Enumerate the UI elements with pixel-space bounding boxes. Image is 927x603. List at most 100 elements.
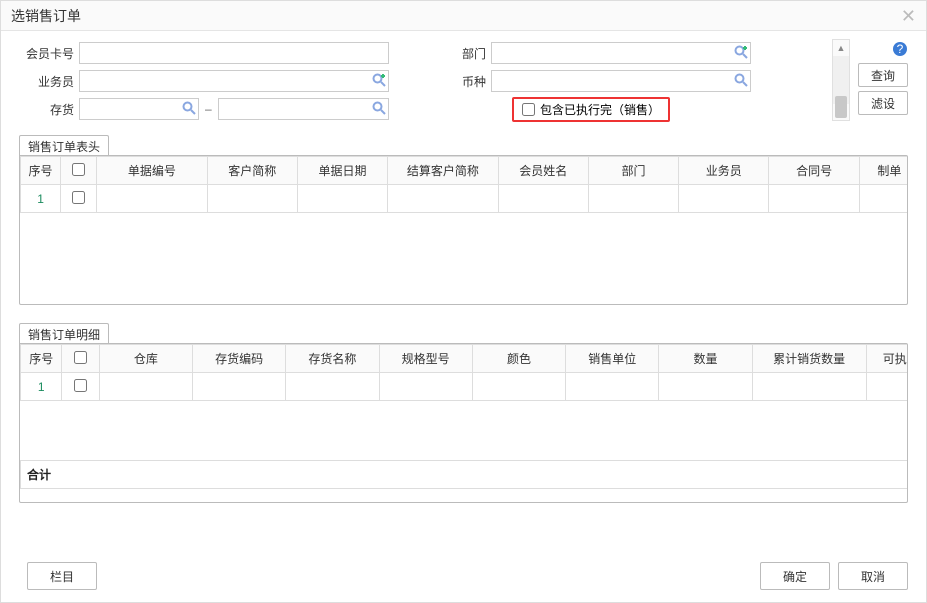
cell-salesperson[interactable] <box>679 185 769 213</box>
scroll-track[interactable] <box>833 56 849 104</box>
cell-member-name[interactable] <box>498 185 588 213</box>
detail-section-title: 销售订单明细 <box>19 323 109 344</box>
include-completed-label: 包含已执行完（销售） <box>540 101 660 118</box>
include-completed-checkbox[interactable] <box>522 103 535 116</box>
inventory-to-input[interactable] <box>218 98 389 120</box>
include-completed-checkbox-wrap[interactable]: 包含已执行完（销售） <box>512 97 670 122</box>
header-section-title: 销售订单表头 <box>19 135 109 156</box>
help-icon[interactable]: ? <box>892 41 908 57</box>
member-card-input[interactable] <box>79 42 389 64</box>
filter-panel: 会员卡号 部门 业务员 <box>1 31 926 137</box>
advanced-filter-button[interactable]: 滤设 <box>858 91 908 115</box>
detail-section: 销售订单明细 序号 仓库 存货编码 存货名称 规格型号 颜色 销售单位 数量 累… <box>1 325 926 503</box>
scroll-up-icon[interactable]: ▲ <box>833 40 849 56</box>
col-settle-cust-abbr[interactable]: 结算客户简称 <box>388 157 498 185</box>
dept-lookup[interactable] <box>491 42 751 64</box>
col-checkbox <box>62 345 99 373</box>
cell-warehouse[interactable] <box>99 373 192 401</box>
col-warehouse[interactable]: 仓库 <box>99 345 192 373</box>
cell-exec-qty[interactable] <box>866 373 907 401</box>
col-checkbox <box>61 157 97 185</box>
col-cust-abbr[interactable]: 客户简称 <box>207 157 297 185</box>
col-exec-qty[interactable]: 可执行数量 <box>866 345 907 373</box>
scroll-thumb[interactable] <box>835 96 847 118</box>
cell-seq: 1 <box>21 373 62 401</box>
totals-label: 合计 <box>21 461 908 489</box>
detail-select-all-checkbox[interactable] <box>74 351 87 364</box>
cell-spec[interactable] <box>379 373 472 401</box>
col-seq: 序号 <box>21 345 62 373</box>
col-contract-no[interactable]: 合同号 <box>769 157 859 185</box>
col-creator[interactable]: 制单 <box>859 157 907 185</box>
col-cum-shipped[interactable]: 累计销货数量 <box>752 345 866 373</box>
header-table-scroll[interactable]: 序号 单据编号 客户简称 单据日期 结算客户简称 会员姓名 部门 业务员 合同号… <box>20 156 907 305</box>
titlebar: 选销售订单 ✕ <box>1 1 926 31</box>
col-qty[interactable]: 数量 <box>659 345 752 373</box>
columns-button[interactable]: 栏目 <box>27 562 97 590</box>
header-select-all-checkbox[interactable] <box>72 163 85 176</box>
salesperson-lookup[interactable] <box>79 70 389 92</box>
col-salesperson[interactable]: 业务员 <box>679 157 769 185</box>
salesperson-input[interactable] <box>79 70 389 92</box>
row-checkbox[interactable] <box>72 191 85 204</box>
detail-table-scroll[interactable]: 序号 仓库 存货编码 存货名称 规格型号 颜色 销售单位 数量 累计销货数量 可… <box>20 344 907 503</box>
cell-qty[interactable] <box>659 373 752 401</box>
filter-side-buttons: ? 查询 滤设 <box>858 41 908 125</box>
cell-doc-date[interactable] <box>297 185 387 213</box>
header-section: 销售订单表头 序号 单据编号 客户简称 单据日期 结算客户简称 会员姓名 部门 … <box>1 137 926 305</box>
cell-settle-cust-abbr[interactable] <box>388 185 498 213</box>
row-checkbox[interactable] <box>74 379 87 392</box>
detail-table: 序号 仓库 存货编码 存货名称 规格型号 颜色 销售单位 数量 累计销货数量 可… <box>20 344 907 489</box>
search-icon[interactable] <box>372 101 386 115</box>
cell-unit[interactable] <box>566 373 659 401</box>
cell-seq: 1 <box>21 185 61 213</box>
col-doc-date[interactable]: 单据日期 <box>297 157 387 185</box>
cell-cum-shipped[interactable] <box>752 373 866 401</box>
member-card-label: 会员卡号 <box>19 45 79 62</box>
col-doc-no[interactable]: 单据编号 <box>97 157 207 185</box>
dialog-title: 选销售订单 <box>11 1 81 31</box>
col-seq: 序号 <box>21 157 61 185</box>
col-spec[interactable]: 规格型号 <box>379 345 472 373</box>
dept-input[interactable] <box>491 42 751 64</box>
col-inv-code[interactable]: 存货编码 <box>193 345 286 373</box>
salesperson-label: 业务员 <box>19 73 79 90</box>
query-button[interactable]: 查询 <box>858 63 908 87</box>
ok-button[interactable]: 确定 <box>760 562 830 590</box>
cancel-button[interactable]: 取消 <box>838 562 908 590</box>
currency-lookup[interactable] <box>491 70 751 92</box>
col-member-name[interactable]: 会员姓名 <box>498 157 588 185</box>
svg-text:?: ? <box>897 42 904 56</box>
cell-inv-code[interactable] <box>193 373 286 401</box>
member-card-lookup[interactable] <box>79 42 389 64</box>
cell-inv-name[interactable] <box>286 373 379 401</box>
table-row[interactable]: 1 <box>21 185 908 213</box>
totals-row: 合计 <box>21 461 908 489</box>
footer: 栏目 确定 取消 <box>1 554 926 602</box>
search-icon[interactable] <box>182 101 196 115</box>
inventory-to-lookup[interactable] <box>218 98 389 120</box>
col-unit[interactable]: 销售单位 <box>566 345 659 373</box>
inventory-from-lookup[interactable] <box>79 98 199 120</box>
col-color[interactable]: 颜色 <box>472 345 565 373</box>
currency-input[interactable] <box>491 70 751 92</box>
filter-scrollbar[interactable]: ▲ ▼ <box>832 39 850 121</box>
cell-color[interactable] <box>472 373 565 401</box>
inventory-label: 存货 <box>19 101 79 118</box>
close-icon[interactable]: ✕ <box>901 1 916 31</box>
currency-label: 币种 <box>431 73 491 90</box>
cell-contract-no[interactable] <box>769 185 859 213</box>
dept-label: 部门 <box>431 45 491 62</box>
inventory-from-input[interactable] <box>79 98 199 120</box>
cell-doc-no[interactable] <box>97 185 207 213</box>
add-lookup-icon[interactable] <box>372 73 386 87</box>
col-dept[interactable]: 部门 <box>588 157 678 185</box>
search-icon[interactable] <box>734 73 748 87</box>
header-table: 序号 单据编号 客户简称 单据日期 结算客户简称 会员姓名 部门 业务员 合同号… <box>20 156 907 213</box>
cell-dept[interactable] <box>588 185 678 213</box>
table-row[interactable]: 1 <box>21 373 908 401</box>
col-inv-name[interactable]: 存货名称 <box>286 345 379 373</box>
range-dash: – <box>205 102 212 116</box>
add-lookup-icon[interactable] <box>734 45 748 59</box>
cell-cust-abbr[interactable] <box>207 185 297 213</box>
